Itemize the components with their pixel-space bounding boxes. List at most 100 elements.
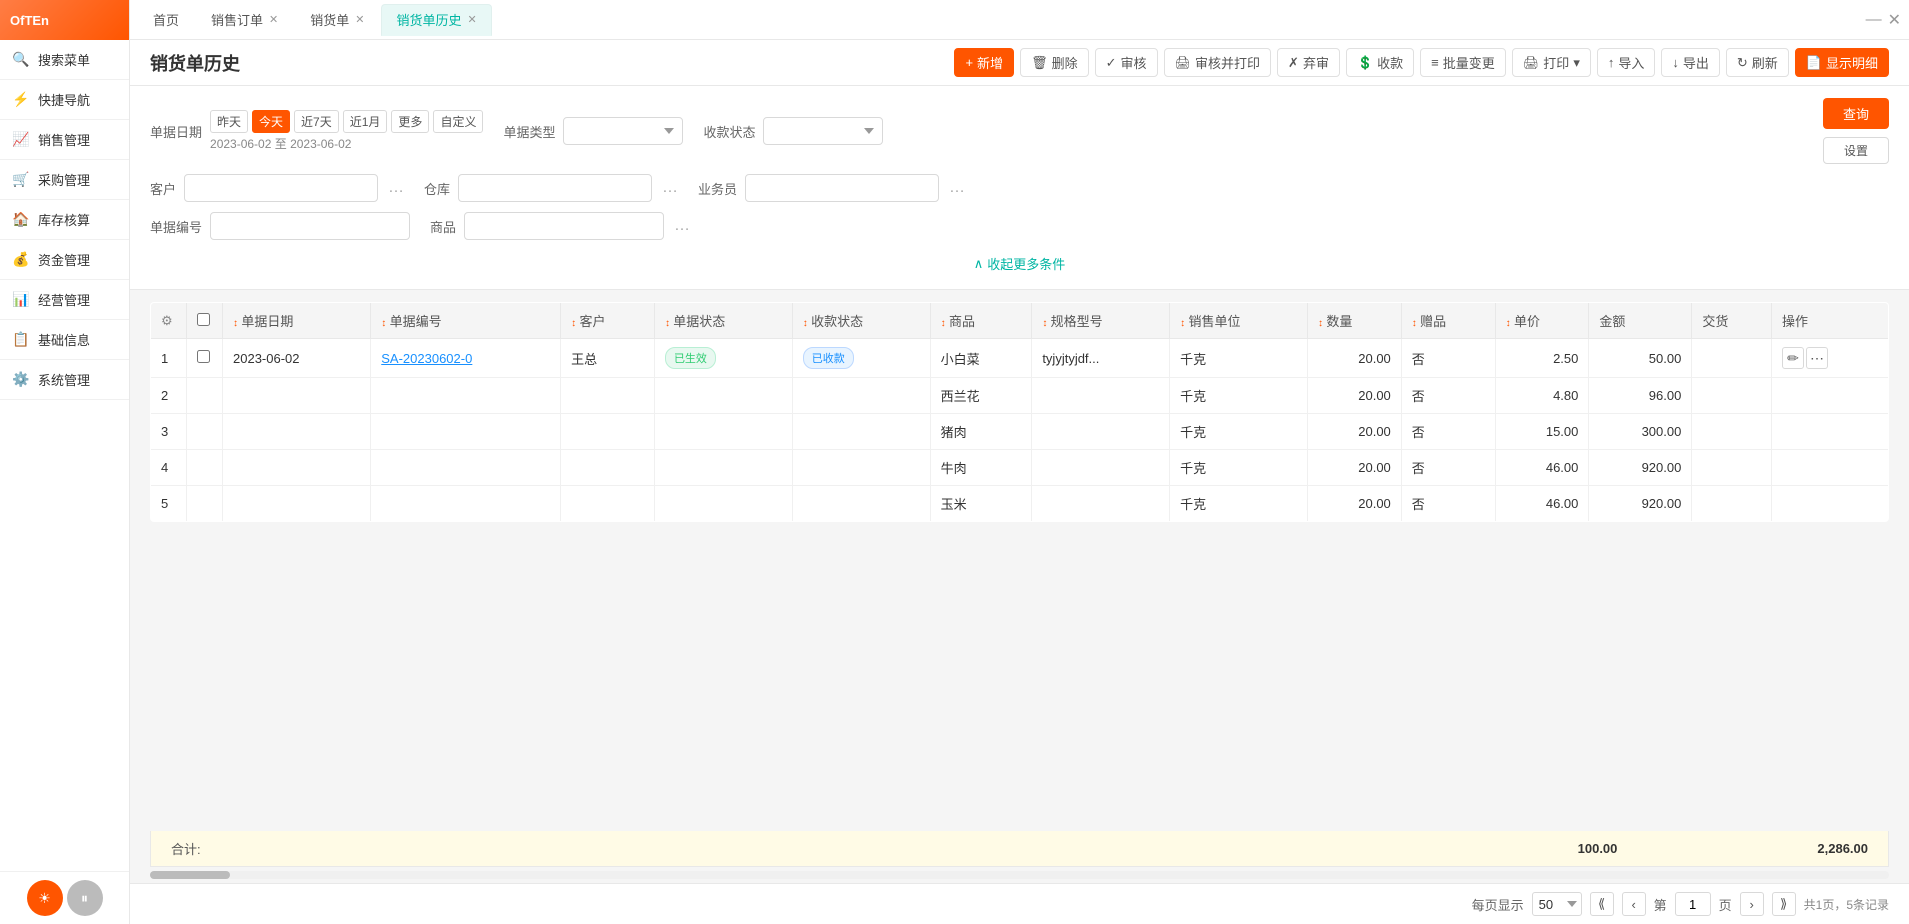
th-doc-no[interactable]: ↕ 单据编号 <box>371 303 561 339</box>
tab-sales-history[interactable]: 销货单历史 ✕ <box>381 4 491 36</box>
batch-change-btn[interactable]: ≡ 批量变更 <box>1420 48 1506 77</box>
tab-sales-order-close[interactable]: ✕ <box>269 13 278 26</box>
tab-sales-order-label: 销售订单 <box>211 10 263 29</box>
date-btn-today[interactable]: 今天 <box>252 110 290 133</box>
cell-seq: 3 <box>151 414 187 450</box>
th-doc-status[interactable]: ↕ 单据状态 <box>654 303 792 339</box>
scrollbar-thumb[interactable] <box>150 871 230 879</box>
date-btn-custom[interactable]: 自定义 <box>433 110 483 133</box>
action-edit-btn[interactable]: ✏ <box>1782 347 1804 369</box>
collect-label: 收款 <box>1377 53 1403 72</box>
show-detail-btn[interactable]: 📄 显示明细 <box>1795 48 1889 77</box>
th-spec[interactable]: ↕ 规格型号 <box>1032 303 1170 339</box>
customer-dots[interactable]: … <box>388 179 404 197</box>
date-btn-7days[interactable]: 近7天 <box>294 110 339 133</box>
th-doc-no-label: 单据编号 <box>390 314 442 329</box>
export-btn[interactable]: ↓ 导出 <box>1661 48 1720 77</box>
tab-sales-history-label: 销货单历史 <box>396 10 461 29</box>
sidebar-item-label: 系统管理 <box>38 370 90 389</box>
tab-sales-delivery[interactable]: 销货单 ✕ <box>295 4 379 36</box>
sidebar-item-base-info[interactable]: 📋 基础信息 <box>0 320 129 360</box>
salesperson-dots[interactable]: … <box>949 179 965 197</box>
th-unit-price[interactable]: ↕ 单价 <box>1495 303 1589 339</box>
th-customer[interactable]: ↕ 客户 <box>561 303 655 339</box>
customer-input[interactable] <box>184 174 378 202</box>
salesperson-input[interactable] <box>745 174 939 202</box>
refresh-btn[interactable]: ↻ 刷新 <box>1726 48 1789 77</box>
th-unit[interactable]: ↕ 销售单位 <box>1170 303 1308 339</box>
page-last-btn[interactable]: ⟫ <box>1772 892 1796 916</box>
tab-sales-history-close[interactable]: ✕ <box>468 13 477 26</box>
cell-customer <box>561 414 655 450</box>
th-gear[interactable]: ⚙ <box>151 303 187 339</box>
query-btn[interactable]: 查询 <box>1823 98 1889 129</box>
th-goods[interactable]: ↕ 商品 <box>930 303 1032 339</box>
cell-amount: 50.00 <box>1589 339 1692 378</box>
date-btn-yesterday[interactable]: 昨天 <box>210 110 248 133</box>
date-btn-1month[interactable]: 近1月 <box>343 110 388 133</box>
new-btn[interactable]: + 新增 <box>954 48 1014 77</box>
cell-qty: 20.00 <box>1308 378 1402 414</box>
doc-no-input[interactable] <box>210 212 410 240</box>
sidebar-item-system-mgmt[interactable]: ⚙️ 系统管理 <box>0 360 129 400</box>
th-qty[interactable]: ↕ 数量 <box>1308 303 1402 339</box>
collect-icon: 💲 <box>1357 55 1373 71</box>
cell-amount: 96.00 <box>1589 378 1692 414</box>
print-btn[interactable]: 🖨 打印 ▾ <box>1512 48 1591 77</box>
collapse-label: 收起更多条件 <box>987 254 1065 273</box>
cell-amount: 300.00 <box>1589 414 1692 450</box>
delete-btn[interactable]: 🗑 删除 <box>1020 48 1089 77</box>
horizontal-scrollbar[interactable] <box>150 871 1889 879</box>
tab-sales-delivery-close[interactable]: ✕ <box>355 13 364 26</box>
import-btn[interactable]: ↑ 导入 <box>1597 48 1656 77</box>
sidebar-bottom-btn-2[interactable]: ⏸ <box>67 880 103 916</box>
audit-label: 审核 <box>1121 53 1147 72</box>
doc-no-link[interactable]: SA-20230602-0 <box>381 351 472 366</box>
date-btn-more[interactable]: 更多 <box>391 110 429 133</box>
collect-btn[interactable]: 💲 收款 <box>1346 48 1414 77</box>
warehouse-dots[interactable]: … <box>662 179 678 197</box>
sidebar-item-finance-mgmt[interactable]: 💰 资金管理 <box>0 240 129 280</box>
page-next-btn[interactable]: › <box>1740 892 1764 916</box>
collect-status-select[interactable] <box>763 117 883 145</box>
th-collect-status-label: 收款状态 <box>811 314 863 329</box>
sidebar-item-search-menu[interactable]: 🔍 搜索菜单 <box>0 40 129 80</box>
cell-doc-date <box>223 486 371 522</box>
warehouse-input[interactable] <box>458 174 652 202</box>
page-first-btn[interactable]: ⟪ <box>1590 892 1614 916</box>
th-gift[interactable]: ↕ 赠品 <box>1401 303 1495 339</box>
audit-print-label: 审核并打印 <box>1195 53 1260 72</box>
abandon-btn[interactable]: ✗ 弃审 <box>1277 48 1340 77</box>
table-row: 2 西兰花 千克 20.00 否 4.80 96.00 <box>151 378 1889 414</box>
sidebar-item-inventory[interactable]: 🏠 库存核算 <box>0 200 129 240</box>
sidebar-item-operation-mgmt[interactable]: 📊 经营管理 <box>0 280 129 320</box>
filter-area: 单据日期 昨天 今天 近7天 近1月 更多 自定义 2023-06-02 至 2… <box>130 86 1909 290</box>
select-all-checkbox[interactable] <box>197 313 210 326</box>
cell-gift: 否 <box>1401 414 1495 450</box>
page-number-input[interactable] <box>1675 892 1711 916</box>
th-doc-date[interactable]: ↕ 单据日期 <box>223 303 371 339</box>
goods-dots[interactable]: … <box>674 217 690 235</box>
cell-goods: 玉米 <box>930 486 1032 522</box>
doc-type-select[interactable] <box>563 117 683 145</box>
audit-print-btn[interactable]: 🖨 审核并打印 <box>1164 48 1272 77</box>
window-minimize-btn[interactable]: — <box>1866 11 1882 29</box>
sidebar-bottom-btn-1[interactable]: ☀ <box>27 880 63 916</box>
action-more-btn[interactable]: ⋯ <box>1806 347 1828 369</box>
window-close-btn[interactable]: ✕ <box>1888 10 1901 30</box>
sidebar-item-purchase-mgmt[interactable]: 🛒 采购管理 <box>0 160 129 200</box>
th-collect-status[interactable]: ↕ 收款状态 <box>792 303 930 339</box>
collapse-btn[interactable]: ∧ 收起更多条件 <box>150 250 1889 277</box>
tab-sales-order[interactable]: 销售订单 ✕ <box>196 4 293 36</box>
sidebar-item-quick-nav[interactable]: ⚡ 快捷导航 <box>0 80 129 120</box>
row-checkbox[interactable] <box>197 350 210 363</box>
show-detail-icon: 📄 <box>1806 55 1822 71</box>
audit-btn[interactable]: ✓ 审核 <box>1095 48 1158 77</box>
sidebar-item-sales-mgmt[interactable]: 📈 销售管理 <box>0 120 129 160</box>
goods-input[interactable] <box>464 212 664 240</box>
per-page-select[interactable]: 50 20 100 200 <box>1532 892 1582 916</box>
sidebar-brand: OfTEn <box>0 0 129 40</box>
set-btn[interactable]: 设置 <box>1823 137 1889 164</box>
tab-home[interactable]: 首页 <box>138 4 194 36</box>
page-prev-btn[interactable]: ‹ <box>1622 892 1646 916</box>
